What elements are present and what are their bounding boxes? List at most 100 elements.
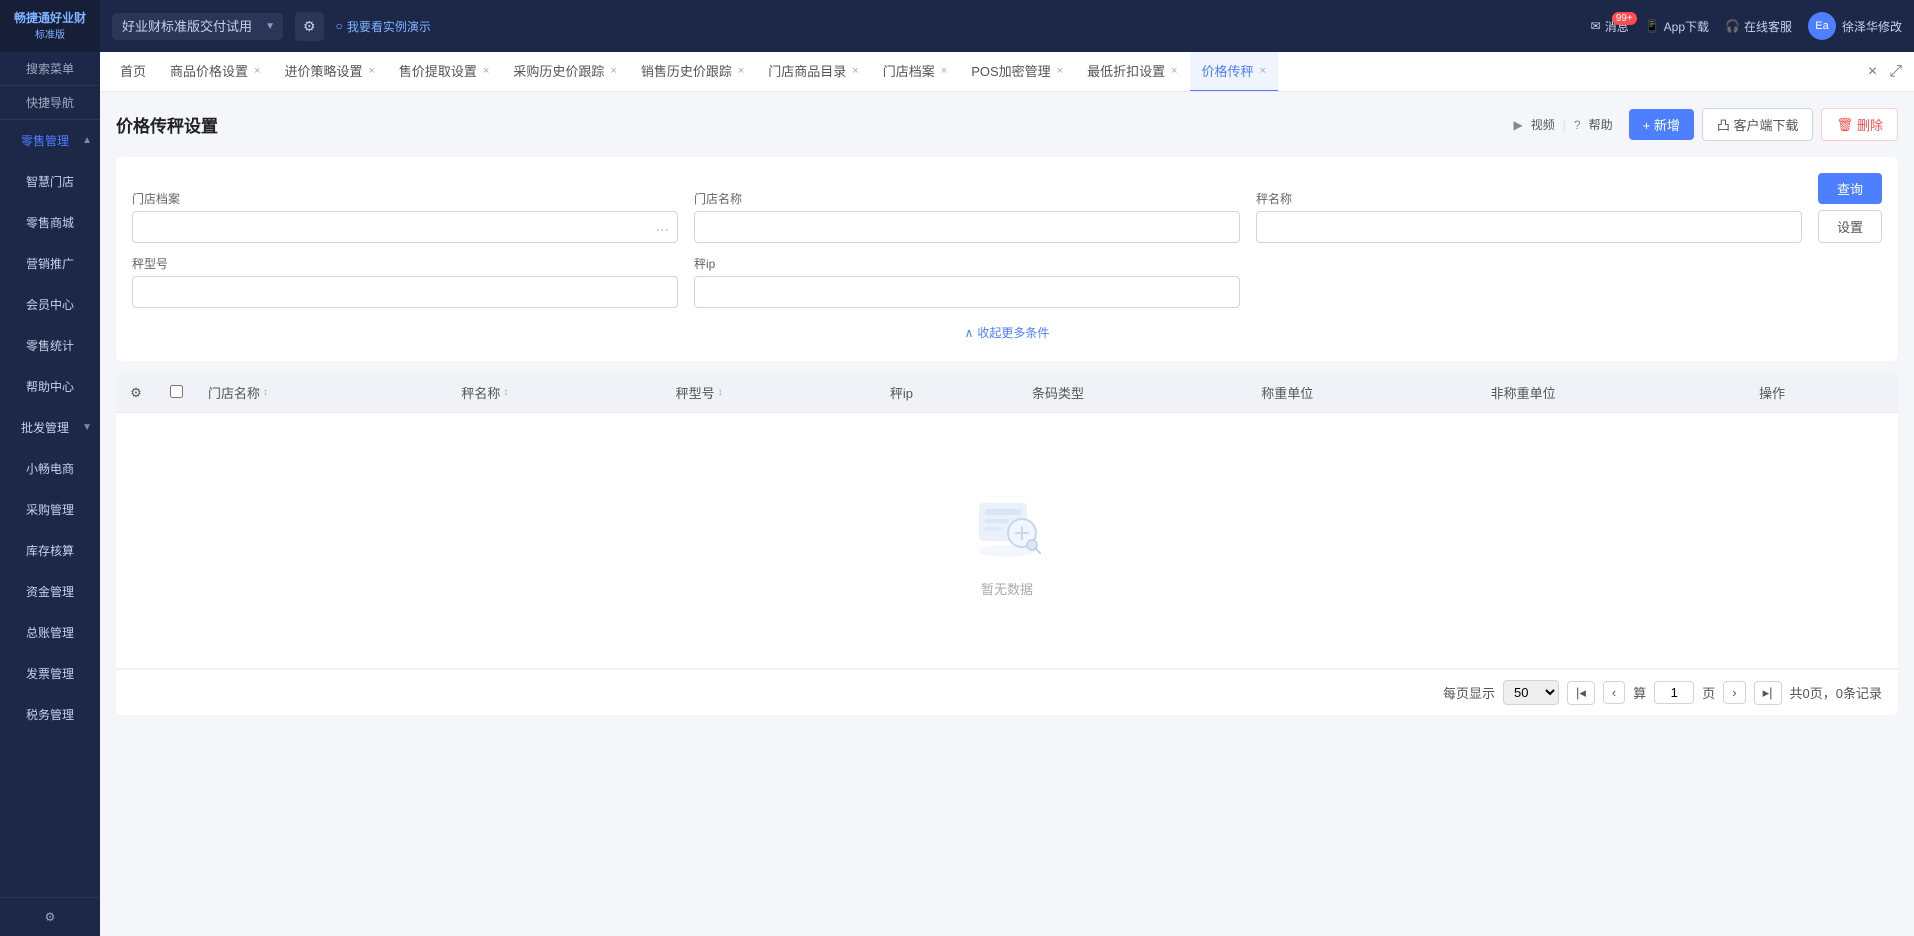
tab-min-discount-close[interactable]: × (1171, 65, 1177, 77)
sidebar-item-fund-mgmt[interactable]: 资金管理 (0, 571, 100, 612)
avatar: Ea (1808, 12, 1836, 40)
table-col-non-weighing-unit: 非称重单位 (1479, 373, 1748, 413)
sidebar-item-member-center[interactable]: 会员中心 (0, 284, 100, 325)
filter-collapse-button[interactable]: ∧ 收起更多条件 (132, 320, 1882, 345)
sidebar-item-help-center[interactable]: 帮助中心 (0, 366, 100, 407)
sort-scale-name-icon: ↕ (503, 388, 508, 398)
sidebar-item-smart-store[interactable]: 智慧门店 (0, 161, 100, 202)
add-button[interactable]: + 新增 (1629, 109, 1694, 140)
sidebar-item-general-ledger-label: 总账管理 (8, 624, 92, 641)
filter-scale-ip-wrap (694, 276, 1240, 308)
video-label[interactable]: 视频 (1531, 116, 1555, 133)
app-download-button[interactable]: 📱 App下载 (1645, 18, 1709, 35)
sidebar-item-retail-mgmt[interactable]: 零售管理 ▲ (0, 120, 100, 161)
store-archive-dots-icon[interactable]: ... (656, 218, 669, 236)
sidebar-item-retail-mall-label: 零售商城 (8, 214, 92, 231)
tabbar: 首页 商品价格设置 × 进价策略设置 × 售价提取设置 × 采购历史价跟踪 × … (100, 52, 1914, 92)
first-page-button[interactable]: |◂ (1567, 681, 1595, 705)
tab-sale-history-close[interactable]: × (738, 65, 744, 77)
help-label[interactable]: 帮助 (1589, 116, 1613, 133)
tab-product-price[interactable]: 商品价格设置 × (158, 52, 272, 92)
filter-scale-model: 秤型号 (132, 255, 678, 308)
version-selector[interactable]: 好业财标准版交付试用 (112, 13, 283, 40)
sidebar-item-xiaochang-label: 小畅电商 (8, 460, 92, 477)
delete-label: 删除 (1857, 115, 1883, 134)
sidebar-item-purchase-mgmt[interactable]: 采购管理 (0, 489, 100, 530)
sidebar-search[interactable]: 搜索菜单 (0, 52, 100, 86)
settings-button[interactable]: 设置 (1818, 210, 1882, 243)
filter-scale-name-label: 秤名称 (1256, 190, 1802, 207)
per-page-select[interactable]: 10 20 50 100 (1503, 680, 1559, 705)
data-table: ⚙ 门店名称 ↕ 秤名称 (116, 373, 1898, 669)
tab-purchase-strategy-close[interactable]: × (368, 65, 374, 77)
topbar-right: ✉ 消息 99+ 📱 App下载 🎧 在线客服 Ea 徐泽华修改 (1591, 12, 1902, 40)
sidebar-item-batch-mgmt[interactable]: 批发管理 ▼ (0, 407, 100, 448)
sidebar-item-inventory[interactable]: 库存核算 (0, 530, 100, 571)
tab-purchase-history-label: 采购历史价跟踪 (513, 61, 604, 80)
tab-close-all-button[interactable]: × (1864, 59, 1881, 85)
topbar-settings-button[interactable]: ⚙ (295, 12, 324, 41)
table-select-all-checkbox[interactable] (170, 385, 183, 398)
tab-sale-extract[interactable]: 售价提取设置 × (387, 52, 501, 92)
tab-purchase-history[interactable]: 采购历史价跟踪 × (501, 52, 628, 92)
next-page-button[interactable]: › (1723, 681, 1745, 704)
message-button[interactable]: ✉ 消息 99+ (1591, 18, 1629, 35)
sidebar-item-help-center-label: 帮助中心 (8, 378, 92, 395)
app-download-label: App下载 (1664, 18, 1709, 35)
tab-price-scale[interactable]: 价格传秤 × (1190, 52, 1278, 92)
tab-purchase-strategy[interactable]: 进价策略设置 × (272, 52, 386, 92)
main-area: 好业财标准版交付试用 ▼ ⚙ ○ 我要看实例演示 ✉ 消息 99+ 📱 App下… (100, 0, 1914, 936)
download-button[interactable]: 凸 客户端下载 (1702, 108, 1814, 141)
sidebar-quick-nav[interactable]: 快捷导航 (0, 86, 100, 120)
tab-expand-button[interactable]: ⤢ (1885, 59, 1906, 85)
table-col-scale-name-sort[interactable]: 秤名称 ↕ (461, 383, 651, 402)
tab-store-catalog-close[interactable]: × (852, 65, 858, 77)
delete-icon: 🗑 (1836, 117, 1853, 133)
sidebar-item-general-ledger[interactable]: 总账管理 (0, 612, 100, 653)
sidebar-item-xiaochang[interactable]: 小畅电商 (0, 448, 100, 489)
page-label: 页 (1702, 683, 1715, 702)
tab-product-price-close[interactable]: × (254, 65, 260, 77)
sidebar-item-marketing[interactable]: 营销推广 (0, 243, 100, 284)
tab-pos-mgmt-close[interactable]: × (1057, 65, 1063, 77)
table-settings-gear-icon[interactable]: ⚙ (130, 385, 142, 400)
last-page-button[interactable]: ▸| (1754, 681, 1782, 705)
sidebar-settings[interactable]: ⚙ (0, 897, 100, 936)
tab-min-discount[interactable]: 最低折扣设置 × (1075, 52, 1189, 92)
tab-store-catalog[interactable]: 门店商品目录 × (756, 52, 870, 92)
table-col-weighing-unit-label: 称重单位 (1261, 386, 1313, 401)
tab-pos-mgmt-label: POS加密管理 (971, 61, 1050, 80)
topbar-demo-link[interactable]: ○ 我要看实例演示 (336, 18, 431, 35)
tab-sale-extract-close[interactable]: × (483, 65, 489, 77)
table-col-operation-label: 操作 (1759, 386, 1785, 401)
tab-store-archive[interactable]: 门店档案 × (871, 52, 959, 92)
tab-price-scale-close[interactable]: × (1260, 65, 1266, 77)
empty-text: 暂无数据 (981, 579, 1033, 598)
tab-product-price-label: 商品价格设置 (170, 61, 248, 80)
tab-purchase-strategy-label: 进价策略设置 (284, 61, 362, 80)
tab-home[interactable]: 首页 (108, 52, 158, 92)
prev-page-button[interactable]: ‹ (1603, 681, 1625, 704)
query-button[interactable]: 查询 (1818, 173, 1882, 204)
tab-purchase-history-close[interactable]: × (610, 65, 616, 77)
tab-pos-mgmt[interactable]: POS加密管理 × (959, 52, 1075, 92)
sidebar-item-retail-mall[interactable]: 零售商城 (0, 202, 100, 243)
filter-store-archive-input[interactable] (141, 220, 656, 235)
table-col-scale-name: 秤名称 ↕ (449, 373, 663, 413)
tab-store-archive-close[interactable]: × (941, 65, 947, 77)
sidebar-item-tax-mgmt[interactable]: 税务管理 (0, 694, 100, 735)
filter-scale-model-input[interactable] (141, 285, 669, 300)
user-profile[interactable]: Ea 徐泽华修改 (1808, 12, 1902, 40)
sidebar-item-invoice-mgmt[interactable]: 发票管理 (0, 653, 100, 694)
table-empty-row: 暂无数据 (116, 413, 1898, 669)
delete-button[interactable]: 🗑 删除 (1821, 108, 1898, 141)
table-col-store-name-sort[interactable]: 门店名称 ↕ (208, 383, 437, 402)
filter-scale-ip-input[interactable] (703, 285, 1231, 300)
tab-sale-history[interactable]: 销售历史价跟踪 × (629, 52, 756, 92)
filter-store-name-input[interactable] (703, 220, 1231, 235)
table-col-scale-model-sort[interactable]: 秤型号 ↕ (676, 383, 866, 402)
online-service-button[interactable]: 🎧 在线客服 (1725, 18, 1792, 35)
sidebar-item-retail-stats[interactable]: 零售统计 (0, 325, 100, 366)
filter-scale-name-input[interactable] (1265, 220, 1793, 235)
page-input[interactable] (1654, 681, 1694, 704)
